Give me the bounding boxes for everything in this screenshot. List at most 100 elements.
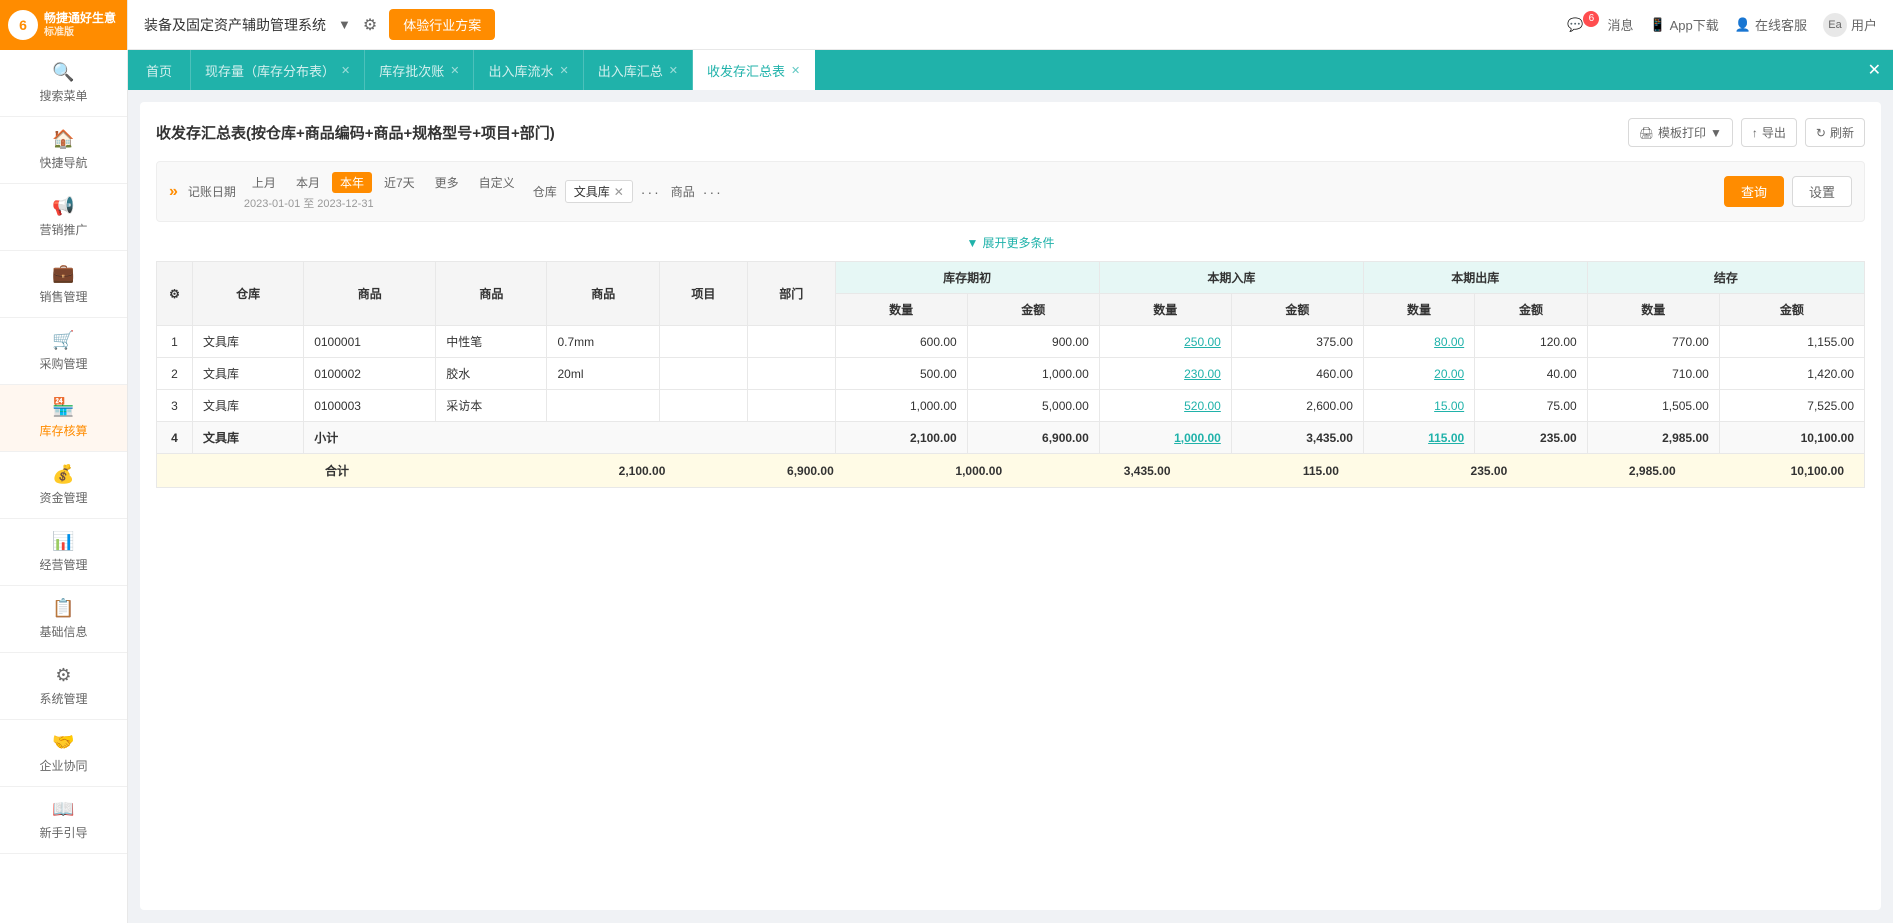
th-opening: 库存期初 — [835, 262, 1099, 294]
cell-in-qty[interactable]: 520.00 — [1099, 390, 1231, 422]
cell-closing-qty: 1,505.00 — [1587, 390, 1719, 422]
tab-close-all[interactable]: ✕ — [1856, 60, 1893, 80]
app-download-item[interactable]: 📱 App下载 — [1649, 15, 1718, 34]
sidebar-item-system[interactable]: ⚙ 系统管理 — [0, 653, 127, 720]
sidebar-item-operations[interactable]: 📊 经营管理 — [0, 519, 127, 586]
th-out: 本期出库 — [1363, 262, 1587, 294]
cell-out-amt: 75.00 — [1475, 390, 1588, 422]
date-opt-custom[interactable]: 自定义 — [471, 172, 523, 193]
footer-closing-qty: 2,985.00 — [1517, 464, 1685, 478]
sidebar-item-label: 资金管理 — [39, 489, 87, 506]
th-closing-amt: 金额 — [1719, 294, 1864, 326]
sidebar-item-marketing[interactable]: 📢 营销推广 — [0, 184, 127, 251]
subtotal-opening-amt: 6,900.00 — [967, 422, 1099, 454]
cell-closing-amt: 7,525.00 — [1719, 390, 1864, 422]
date-opt-last-month[interactable]: 上月 — [244, 172, 284, 193]
settings-btn[interactable]: 设置 — [1792, 176, 1852, 207]
online-service-item[interactable]: 👤 在线客服 — [1735, 15, 1807, 34]
th-closing: 结存 — [1587, 262, 1864, 294]
cell-warehouse: 文具库 — [193, 390, 304, 422]
expand-more[interactable]: ▼ 展开更多条件 — [156, 234, 1865, 251]
filter-dots-warehouse[interactable]: ··· — [641, 184, 661, 200]
date-opt-this-year[interactable]: 本年 — [332, 172, 372, 193]
cell-out-amt: 120.00 — [1475, 326, 1588, 358]
tab-stock-dist[interactable]: 现存量（库存分布表） ✕ — [191, 50, 365, 90]
footer-in-qty: 1,000.00 — [844, 464, 1012, 478]
cell-opening-qty: 600.00 — [835, 326, 967, 358]
cell-in-qty[interactable]: 230.00 — [1099, 358, 1231, 390]
tab-batch-ledger[interactable]: 库存批次账 ✕ — [365, 50, 474, 90]
sidebar-item-guide[interactable]: 📖 新手引导 — [0, 787, 127, 854]
tab-stock-dist-close[interactable]: ✕ — [341, 64, 350, 77]
settings-gear-icon[interactable]: ⚙ — [363, 15, 377, 35]
sidebar-item-finance[interactable]: 💰 资金管理 — [0, 452, 127, 519]
cell-no: 3 — [157, 390, 193, 422]
trial-btn[interactable]: 体验行业方案 — [389, 9, 495, 40]
cell-opening-amt: 1,000.00 — [967, 358, 1099, 390]
filter-bar: » 记账日期 上月 本月 本年 近7天 更多 自定义 2023-01-01 至 … — [156, 161, 1865, 222]
service-icon: 👤 — [1735, 17, 1751, 33]
table-row: 2 文具库 0100002 胶水 20ml 500.00 1,000.00 23… — [157, 358, 1865, 390]
tab-home[interactable]: 首页 — [128, 50, 191, 90]
tab-recv-send-close[interactable]: ✕ — [791, 64, 800, 77]
refresh-icon: ↻ — [1816, 126, 1826, 140]
subtotal-row: 4 文具库 小计 2,100.00 6,900.00 1,000.00 3,43… — [157, 422, 1865, 454]
cell-dept — [747, 326, 835, 358]
tab-io-summary[interactable]: 出入库汇总 ✕ — [584, 50, 693, 90]
tab-io-flow-close[interactable]: ✕ — [560, 64, 569, 77]
th-in-qty: 数量 — [1099, 294, 1231, 326]
filter-toggle[interactable]: » — [169, 183, 178, 201]
cell-dept — [747, 358, 835, 390]
tab-io-flow[interactable]: 出入库流水 ✕ — [474, 50, 583, 90]
sidebar-item-sales[interactable]: 💼 销售管理 — [0, 251, 127, 318]
operations-icon: 📊 — [52, 531, 74, 552]
date-opt-more[interactable]: 更多 — [427, 172, 467, 193]
cell-out-qty[interactable]: 20.00 — [1363, 358, 1474, 390]
tab-batch-ledger-close[interactable]: ✕ — [450, 64, 459, 77]
page-title-actions: 🖨 模板打印 ▼ ↑ 导出 ↻ 刷新 — [1628, 118, 1865, 147]
warehouse-tag-remove[interactable]: ✕ — [614, 185, 624, 199]
settings-dropdown-icon[interactable]: ▼ — [338, 17, 351, 32]
message-item[interactable]: 💬 6 消息 — [1567, 15, 1633, 34]
system-title: 装备及固定资产辅助管理系统 — [144, 15, 326, 35]
sidebar-item-purchase[interactable]: 🛒 采购管理 — [0, 318, 127, 385]
cell-goods-spec: 20ml — [547, 358, 660, 390]
subtotal-in-qty[interactable]: 1,000.00 — [1099, 422, 1231, 454]
filter-dots-goods[interactable]: ··· — [703, 184, 723, 200]
sidebar-item-search[interactable]: 🔍 搜索菜单 — [0, 50, 127, 117]
date-opt-this-month[interactable]: 本月 — [288, 172, 328, 193]
user-item[interactable]: Ea 用户 — [1823, 13, 1877, 37]
table-container: ⚙ 仓库 商品 商品 商品 项目 部门 库存期初 本期入库 本期出库 结存 — [156, 261, 1865, 454]
cell-warehouse: 文具库 — [193, 358, 304, 390]
query-btn[interactable]: 查询 — [1724, 176, 1784, 207]
sidebar-item-inventory[interactable]: 🏪 库存核算 — [0, 385, 127, 452]
th-settings[interactable]: ⚙ — [157, 262, 193, 326]
tab-io-summary-close[interactable]: ✕ — [669, 64, 678, 77]
subtotal-in-amt: 3,435.00 — [1231, 422, 1363, 454]
date-opt-7days[interactable]: 近7天 — [376, 172, 423, 193]
footer-out-qty: 115.00 — [1181, 464, 1349, 478]
sidebar-item-basic-info[interactable]: 📋 基础信息 — [0, 586, 127, 653]
topbar: 装备及固定资产辅助管理系统 ▼ ⚙ 体验行业方案 💬 6 消息 📱 App下载 … — [128, 0, 1893, 50]
cell-out-qty[interactable]: 80.00 — [1363, 326, 1474, 358]
export-btn[interactable]: ↑ 导出 — [1741, 118, 1797, 147]
sidebar-item-label: 搜索菜单 — [39, 87, 87, 104]
cell-opening-amt: 900.00 — [967, 326, 1099, 358]
subtotal-out-qty[interactable]: 115.00 — [1363, 422, 1474, 454]
sidebar-item-label: 快捷导航 — [39, 154, 87, 171]
subtotal-closing-qty: 2,985.00 — [1587, 422, 1719, 454]
sidebar-item-quick-nav[interactable]: 🏠 快捷导航 — [0, 117, 127, 184]
refresh-btn[interactable]: ↻ 刷新 — [1805, 118, 1865, 147]
sidebar-item-cooperation[interactable]: 🤝 企业协同 — [0, 720, 127, 787]
th-goods-spec: 商品 — [547, 262, 660, 326]
cell-out-amt: 40.00 — [1475, 358, 1588, 390]
print-btn[interactable]: 🖨 模板打印 ▼ — [1628, 118, 1733, 147]
warehouse-filter-section: 仓库 文具库 ✕ ··· — [533, 180, 661, 203]
warehouse-tag[interactable]: 文具库 ✕ — [565, 180, 633, 203]
phone-icon: 📱 — [1649, 17, 1665, 33]
cell-out-qty[interactable]: 15.00 — [1363, 390, 1474, 422]
cell-in-qty[interactable]: 250.00 — [1099, 326, 1231, 358]
date-options: 上月 本月 本年 近7天 更多 自定义 — [244, 172, 523, 193]
tab-recv-send[interactable]: 收发存汇总表 ✕ — [693, 50, 815, 90]
table-settings-icon: ⚙ — [169, 287, 180, 301]
